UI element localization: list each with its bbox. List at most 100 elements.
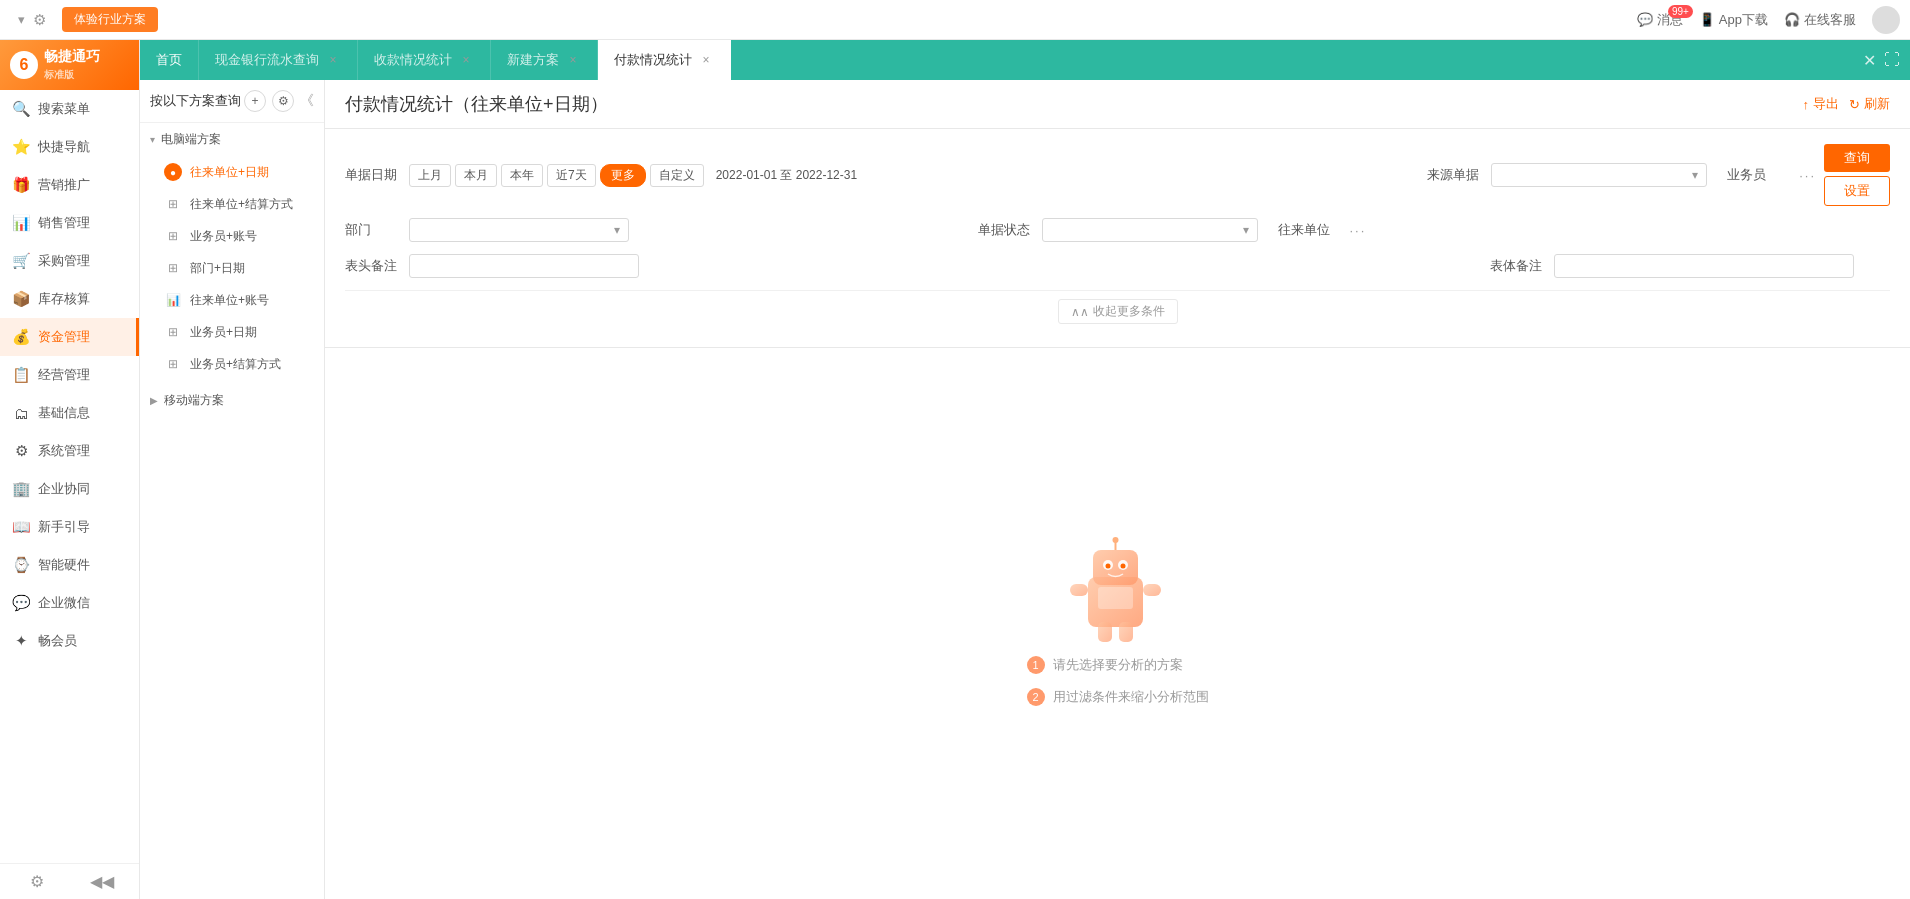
sidebar-item-member-label: 畅会员 xyxy=(38,632,77,650)
collapse-icon: ∧∧ xyxy=(1071,305,1089,319)
sidebar-item-purchase[interactable]: 🛒 采购管理 xyxy=(0,242,139,280)
scheme-item-partner-settlement[interactable]: ⊞ 往来单位+结算方式 xyxy=(140,188,324,220)
sidebar-item-stock[interactable]: 📦 库存核算 xyxy=(0,280,139,318)
source-filter-select[interactable]: ▾ xyxy=(1491,163,1707,187)
page-header-actions: ↑ 导出 ↻ 刷新 xyxy=(1803,95,1891,113)
collapse-bar: ∧∧ 收起更多条件 xyxy=(345,290,1890,332)
settings-icon[interactable]: ⚙ xyxy=(33,11,46,29)
tab-receipt-stats[interactable]: 收款情况统计 × xyxy=(358,40,491,80)
svg-point-5 xyxy=(1120,563,1125,568)
scheme-group-mobile: ▶ 移动端方案 xyxy=(140,384,324,417)
scheme-settings-button[interactable]: ⚙ xyxy=(272,90,294,112)
sidebar-item-system[interactable]: ⚙ 系统管理 xyxy=(0,432,139,470)
voucher-status-select[interactable]: ▾ xyxy=(1042,218,1258,242)
export-button[interactable]: ↑ 导出 xyxy=(1803,95,1840,113)
header-note-input[interactable] xyxy=(409,254,639,278)
tab-cash-flow[interactable]: 现金银行流水查询 × xyxy=(199,40,358,80)
wechat-icon: 💬 xyxy=(12,594,30,612)
filter-area: 单据日期 上月 本月 本年 近7天 更多 自定义 2022-01-01 至 20… xyxy=(325,129,1910,348)
scheme-panel-collapse-button[interactable]: 《 xyxy=(300,92,314,110)
filter-row-2: 部门 ▾ 单据状态 ▾ xyxy=(345,218,1890,242)
sidebar-item-sales-label: 销售管理 xyxy=(38,214,90,232)
sidebar-item-search[interactable]: 🔍 搜索菜单 xyxy=(0,90,139,128)
close-all-tabs-icon[interactable]: ✕ xyxy=(1863,51,1876,70)
sidebar-item-marketing[interactable]: 🎁 营销推广 xyxy=(0,166,139,204)
sidebar-item-quick-nav[interactable]: ⭐ 快捷导航 xyxy=(0,128,139,166)
star-icon: ⭐ xyxy=(12,138,30,156)
date-btn-this-month[interactable]: 本月 xyxy=(455,164,497,187)
svg-rect-11 xyxy=(1119,622,1133,642)
company-chevron-icon[interactable]: ▾ xyxy=(18,12,25,27)
scheme-item-salesperson-account[interactable]: ⊞ 业务员+账号 xyxy=(140,220,324,252)
scheme-panel: 按以下方案查询 + ⚙ 《 ▾ 电脑端方案 ● xyxy=(140,80,325,899)
sidebar-item-enterprise[interactable]: 🏢 企业协同 xyxy=(0,470,139,508)
settings-button[interactable]: 设置 xyxy=(1824,176,1890,206)
export-icon: ↑ xyxy=(1803,97,1810,112)
sidebar-item-hardware[interactable]: ⌚ 智能硬件 xyxy=(0,546,139,584)
tip-num-2: 2 xyxy=(1027,688,1045,706)
sidebar-item-quick-nav-label: 快捷导航 xyxy=(38,138,90,156)
svg-rect-9 xyxy=(1143,584,1161,596)
scheme-item-dept-date[interactable]: ⊞ 部门+日期 xyxy=(140,252,324,284)
messages-button[interactable]: 💬 消息 99+ xyxy=(1637,11,1683,29)
app-download-button[interactable]: 📱 App下载 xyxy=(1699,11,1768,29)
date-btn-custom[interactable]: 自定义 xyxy=(650,164,704,187)
tab-home[interactable]: 首页 xyxy=(140,40,199,80)
home-tab-label: 首页 xyxy=(156,51,182,69)
sidebar-item-wechat[interactable]: 💬 企业微信 xyxy=(0,584,139,622)
trial-button[interactable]: 体验行业方案 xyxy=(62,7,158,32)
scheme-table-icon-5: ⊞ xyxy=(164,355,182,373)
sidebar-item-operation[interactable]: 📋 经营管理 xyxy=(0,356,139,394)
empty-tips: 1 请先选择要分析的方案 2 用过滤条件来缩小分析范围 xyxy=(1027,652,1209,716)
online-service-button[interactable]: 🎧 在线客服 xyxy=(1784,11,1856,29)
tab-new-scheme[interactable]: 新建方案 × xyxy=(491,40,598,80)
payment-stats-tab-close[interactable]: × xyxy=(698,52,714,68)
main: 首页 现金银行流水查询 × 收款情况统计 × 新建方案 × 付款情况统计 × ✕… xyxy=(140,40,1910,899)
avatar[interactable] xyxy=(1872,6,1900,34)
sidebar-item-member[interactable]: ✦ 畅会员 xyxy=(0,622,139,660)
scheme-item-salesperson-date[interactable]: ⊞ 业务员+日期 xyxy=(140,316,324,348)
date-btn-this-year[interactable]: 本年 xyxy=(501,164,543,187)
online-service-label: 在线客服 xyxy=(1804,11,1856,29)
sidebar-item-sales[interactable]: 📊 销售管理 xyxy=(0,204,139,242)
stock-icon: 📦 xyxy=(12,290,30,308)
sidebar-item-enterprise-label: 企业协同 xyxy=(38,480,90,498)
sidebar-settings-button[interactable]: ⚙ xyxy=(8,872,66,891)
scheme-group-desktop-header[interactable]: ▾ 电脑端方案 xyxy=(140,123,324,156)
tab-payment-stats[interactable]: 付款情况统计 × xyxy=(598,40,731,80)
scheme-item-salesperson-settlement[interactable]: ⊞ 业务员+结算方式 xyxy=(140,348,324,380)
sidebar-item-stock-label: 库存核算 xyxy=(38,290,90,308)
page-header: 付款情况统计（往来单位+日期） ↑ 导出 ↻ 刷新 xyxy=(325,80,1910,129)
sidebar-item-finance[interactable]: 💰 资金管理 xyxy=(0,318,139,356)
body-note-input[interactable] xyxy=(1554,254,1854,278)
desktop-group-label: 电脑端方案 xyxy=(161,131,221,148)
date-btn-last-7-days[interactable]: 近7天 xyxy=(547,164,596,187)
sidebar-item-guide[interactable]: 📖 新手引导 xyxy=(0,508,139,546)
top-bar-right: 💬 消息 99+ 📱 App下载 🎧 在线客服 xyxy=(1637,6,1900,34)
sidebar-item-basic[interactable]: 🗂 基础信息 xyxy=(0,394,139,432)
scheme-group-mobile-header[interactable]: ▶ 移动端方案 xyxy=(140,384,324,417)
sidebar-item-basic-label: 基础信息 xyxy=(38,404,90,422)
date-btn-last-month[interactable]: 上月 xyxy=(409,164,451,187)
scheme-item-partner-account[interactable]: 📊 往来单位+账号 xyxy=(140,284,324,316)
body-note-label: 表体备注 xyxy=(1490,257,1546,275)
guide-icon: 📖 xyxy=(12,518,30,536)
operation-icon: 📋 xyxy=(12,366,30,384)
receipt-stats-tab-close[interactable]: × xyxy=(458,52,474,68)
sidebar-collapse-button[interactable]: ◀◀ xyxy=(74,872,132,891)
refresh-button[interactable]: ↻ 刷新 xyxy=(1849,95,1890,113)
new-scheme-tab-label: 新建方案 xyxy=(507,51,559,69)
scheme-item-partner-date[interactable]: ● 往来单位+日期 xyxy=(140,156,324,188)
dept-filter-select[interactable]: ▾ xyxy=(409,218,629,242)
partner-filter-dots[interactable]: ··· xyxy=(1350,223,1367,238)
add-scheme-button[interactable]: + xyxy=(244,90,266,112)
scheme-active-icon: ● xyxy=(164,163,182,181)
salesperson-filter-dots[interactable]: ··· xyxy=(1799,168,1816,183)
fullscreen-icon[interactable]: ⛶ xyxy=(1884,51,1900,69)
date-btn-more[interactable]: 更多 xyxy=(600,164,646,187)
collapse-button[interactable]: ∧∧ 收起更多条件 xyxy=(1058,299,1178,324)
new-scheme-tab-close[interactable]: × xyxy=(565,52,581,68)
cash-flow-tab-close[interactable]: × xyxy=(325,52,341,68)
query-button[interactable]: 查询 xyxy=(1824,144,1890,172)
header-note-label: 表头备注 xyxy=(345,257,401,275)
